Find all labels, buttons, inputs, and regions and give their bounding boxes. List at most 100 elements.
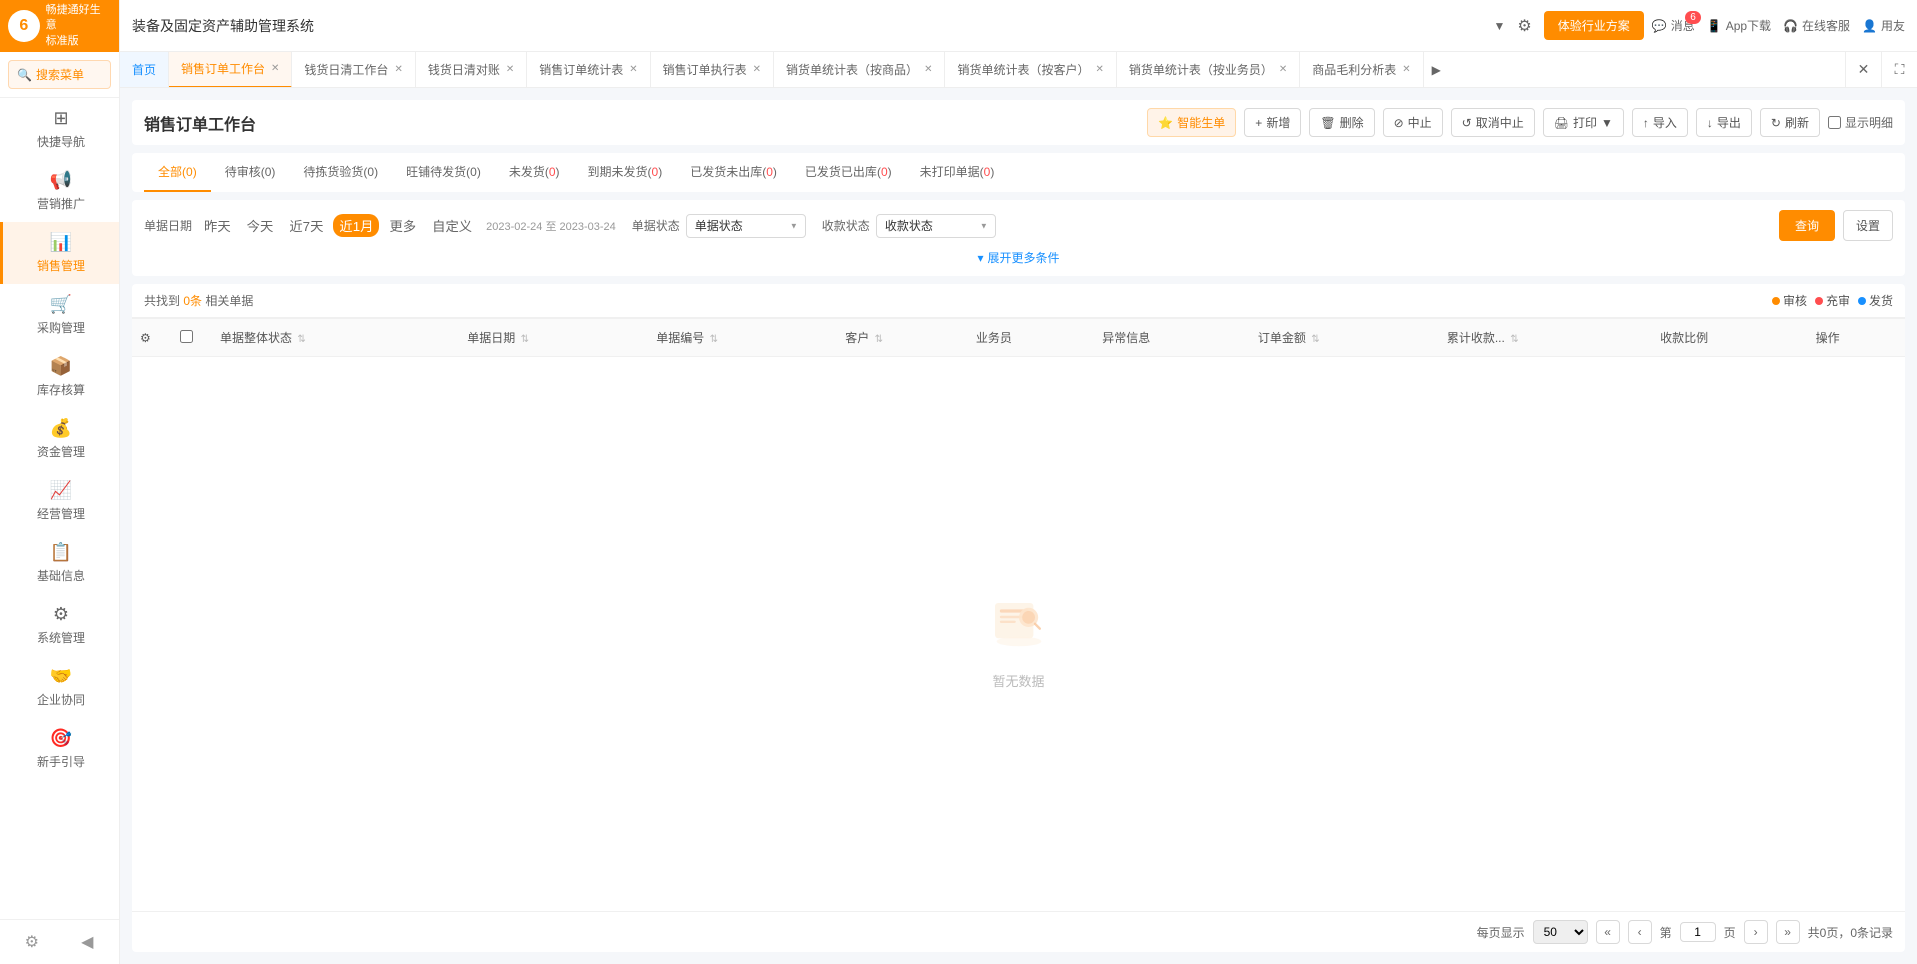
date-7days-btn[interactable]: 近7天 <box>283 214 329 237</box>
sort-customer-icon[interactable]: ⇅ <box>875 334 883 345</box>
filter-tab-not-printed[interactable]: 未打印单据(0) <box>906 153 1009 192</box>
header-settings-btn[interactable]: ⚙ <box>1513 12 1535 40</box>
query-btn[interactable]: 查询 <box>1779 210 1835 241</box>
filter-tab-wangpu[interactable]: 旺铺待发货(0) <box>392 153 495 192</box>
tab-bar-actions: ✕ ⛶ <box>1845 52 1917 88</box>
sort-collected-icon[interactable]: ⇅ <box>1510 334 1518 345</box>
sort-amount-icon[interactable]: ⇅ <box>1311 334 1319 345</box>
export-btn[interactable]: ↓ 导出 <box>1696 108 1752 137</box>
show-detail-checkbox[interactable] <box>1828 116 1841 129</box>
tab-sales-by-staff-close[interactable]: ✕ <box>1279 64 1287 75</box>
sidebar-item-quick-nav[interactable]: ⊞ 快捷导航 <box>0 98 119 160</box>
sidebar-item-inventory[interactable]: 📦 库存核算 <box>0 346 119 408</box>
tab-cash-daily-close[interactable]: ✕ <box>394 64 402 75</box>
date-custom-btn[interactable]: 自定义 <box>426 214 478 237</box>
sidebar-item-enterprise[interactable]: 🤝 企业协同 <box>0 656 119 718</box>
next-page-btn[interactable]: › <box>1744 920 1768 944</box>
payment-select[interactable]: 收款状态 <box>876 214 996 238</box>
industry-solution-btn[interactable]: 体验行业方案 <box>1544 11 1644 40</box>
date-1month-btn[interactable]: 近1月 <box>333 214 379 237</box>
smart-create-btn[interactable]: ⭐ 智能生单 <box>1147 108 1236 137</box>
sidebar-item-marketing[interactable]: 📢 营销推广 <box>0 160 119 222</box>
sidebar-item-guide[interactable]: 🎯 新手引导 <box>0 718 119 780</box>
show-detail-checkbox-wrap[interactable]: 显示明细 <box>1828 114 1893 131</box>
tab-gross-profit[interactable]: 商品毛利分析表 ✕ <box>1300 52 1423 88</box>
app-download-btn[interactable]: 📱 App下载 <box>1707 17 1771 34</box>
column-settings-icon[interactable]: ⚙ <box>140 331 151 345</box>
tab-sales-workbench-close[interactable]: ✕ <box>271 63 279 74</box>
filter-tab-shipped-not-out[interactable]: 已发货未出库(0) <box>676 153 791 192</box>
print-btn[interactable]: 🖨 打印 ▼ <box>1543 108 1624 137</box>
tab-cash-reconcile[interactable]: 钱货日清对账 ✕ <box>416 52 527 88</box>
tab-sales-stat-close[interactable]: ✕ <box>629 64 637 75</box>
sidebar-item-operations[interactable]: 📈 经营管理 <box>0 470 119 532</box>
tab-more-btn[interactable]: ▶ <box>1424 52 1449 88</box>
expand-conditions-btn[interactable]: ▾ 展开更多条件 <box>977 249 1059 266</box>
last-page-btn[interactable]: » <box>1776 920 1800 944</box>
th-status: 单据整体状态 ⇅ <box>212 319 459 357</box>
tab-cash-daily[interactable]: 钱货日清工作台 ✕ <box>292 52 415 88</box>
table-scroll-area[interactable]: ⚙ 单据整体状态 ⇅ 单据日期 ⇅ <box>132 318 1905 357</box>
prev-page-btn[interactable]: ‹ <box>1628 920 1652 944</box>
sort-date-icon[interactable]: ⇅ <box>521 334 529 345</box>
stop-btn[interactable]: ⊘ 中止 <box>1383 108 1443 137</box>
tab-sales-by-customer-close[interactable]: ✕ <box>1095 64 1103 75</box>
filter-tab-pending-review[interactable]: 待审核(0) <box>211 153 290 192</box>
add-btn[interactable]: + 新增 <box>1244 108 1301 137</box>
set-btn[interactable]: 设置 <box>1843 210 1893 241</box>
system-dropdown-btn[interactable]: ▼ <box>1494 19 1506 33</box>
user-menu-btn[interactable]: 👤 用友 <box>1862 17 1905 34</box>
filter-tab-all[interactable]: 全部(0) <box>144 153 211 192</box>
sales-icon: 📊 <box>50 232 72 253</box>
batch-reject-btn[interactable]: 充审 <box>1815 292 1850 309</box>
date-today-btn[interactable]: 今天 <box>241 214 280 237</box>
refresh-btn[interactable]: ↻ 刷新 <box>1760 108 1820 137</box>
sidebar-item-purchase[interactable]: 🛒 采购管理 <box>0 284 119 346</box>
tab-cash-reconcile-close[interactable]: ✕ <box>506 64 514 75</box>
settings-bottom-btn[interactable]: ⚙ <box>8 928 56 956</box>
online-service-btn[interactable]: 🎧 在线客服 <box>1783 17 1850 34</box>
tab-action-close-all[interactable]: ✕ <box>1845 52 1881 88</box>
filter-tab-not-shipped[interactable]: 未发货(0) <box>495 153 574 192</box>
sort-status-icon[interactable]: ⇅ <box>297 334 305 345</box>
status-select[interactable]: 单据状态 <box>686 214 806 238</box>
sort-number-icon[interactable]: ⇅ <box>710 334 718 345</box>
page-number-input[interactable] <box>1680 922 1716 942</box>
collapse-btn[interactable]: ◀ <box>64 928 112 956</box>
tab-sales-by-customer[interactable]: 销货单统计表（按客户） ✕ <box>945 52 1116 88</box>
tab-sales-exec[interactable]: 销售订单执行表 ✕ <box>651 52 774 88</box>
tab-gross-profit-close[interactable]: ✕ <box>1402 64 1410 75</box>
tab-sales-exec-close[interactable]: ✕ <box>753 64 761 75</box>
expand-row: ▾ 展开更多条件 <box>144 249 1893 266</box>
th-amount: 订单金额 ⇅ <box>1250 319 1439 357</box>
sidebar-item-finance[interactable]: 💰 资金管理 <box>0 408 119 470</box>
batch-ship-btn[interactable]: 发货 <box>1858 292 1893 309</box>
system-title: 装备及固定资产辅助管理系统 <box>132 16 1486 36</box>
sidebar-item-system[interactable]: ⚙ 系统管理 <box>0 594 119 656</box>
filter-tab-expired[interactable]: 到期未发货(0) <box>574 153 677 192</box>
search-menu-button[interactable]: 🔍 搜索菜单 <box>8 60 111 89</box>
tab-sales-workbench[interactable]: 销售订单工作台 ✕ <box>169 52 292 88</box>
page-size-select[interactable]: 50 10 20 100 <box>1533 920 1588 944</box>
first-page-btn[interactable]: « <box>1596 920 1620 944</box>
empty-illustration <box>979 579 1059 659</box>
tab-sales-by-staff[interactable]: 销货单统计表（按业务员） ✕ <box>1117 52 1300 88</box>
tab-action-fullscreen[interactable]: ⛶ <box>1881 52 1917 88</box>
cancel-stop-btn[interactable]: ↺ 取消中止 <box>1451 108 1535 137</box>
date-more-btn[interactable]: 更多 <box>383 214 422 237</box>
import-btn[interactable]: ↑ 导入 <box>1632 108 1688 137</box>
tab-sales-stat[interactable]: 销售订单统计表 ✕ <box>527 52 650 88</box>
message-btn[interactable]: 💬 消息 6 <box>1652 17 1695 34</box>
filter-tab-pending-inspect[interactable]: 待拣货验货(0) <box>289 153 392 192</box>
sidebar-item-basic-info[interactable]: 📋 基础信息 <box>0 532 119 594</box>
filter-tab-shipped-out[interactable]: 已发货已出库(0) <box>791 153 906 192</box>
tab-home[interactable]: 首页 <box>120 52 169 88</box>
delete-btn[interactable]: 🗑 删除 <box>1309 108 1374 137</box>
batch-review-btn[interactable]: 审核 <box>1772 292 1807 309</box>
download-icon: 📱 <box>1707 19 1722 33</box>
select-all-checkbox[interactable] <box>180 330 193 343</box>
tab-sales-by-product[interactable]: 销货单统计表（按商品） ✕ <box>774 52 945 88</box>
sidebar-item-sales[interactable]: 📊 销售管理 <box>0 222 119 284</box>
tab-sales-by-product-close[interactable]: ✕ <box>924 64 932 75</box>
date-yesterday-btn[interactable]: 昨天 <box>198 214 237 237</box>
